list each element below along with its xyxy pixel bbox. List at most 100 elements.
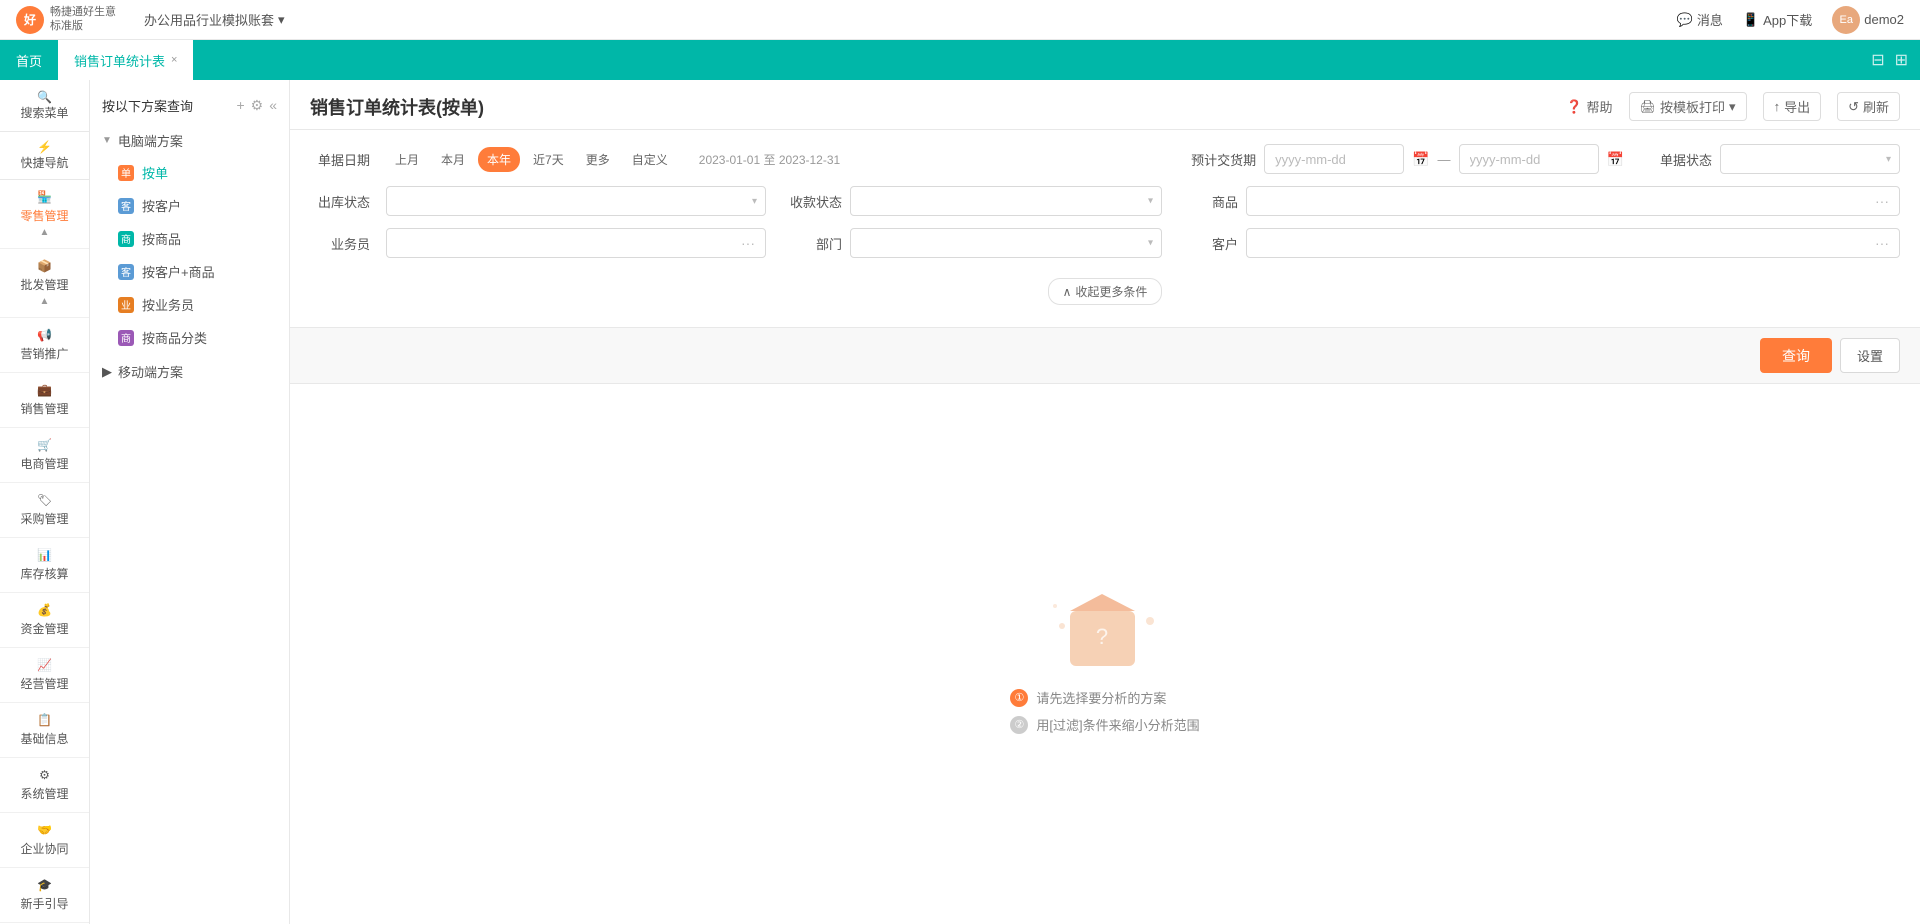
scheme-item-by-category[interactable]: 商 按商品分类: [90, 321, 289, 354]
scheme-item-by-order[interactable]: 单 按单: [90, 156, 289, 189]
export-button[interactable]: ↑ 导出: [1763, 92, 1822, 121]
right-main: 销售订单统计表(按单) ❓ 帮助 🖨 按模板打印 ▾ ↑ 导出: [290, 80, 1920, 924]
top-bar-right: 💬 消息 📱 App下载 Ea demo2: [1677, 6, 1904, 34]
filter-row-date: 单据日期 上月 本月 本年 近7天 更多 自定义 2023-01-01 至 20…: [310, 144, 1900, 174]
sidebar-item-wholesale[interactable]: 📦 批发管理 ▲: [0, 249, 89, 318]
date-btn-this-month[interactable]: 本月: [432, 147, 474, 172]
message-icon: 💬: [1677, 12, 1693, 28]
calendar-icon-2[interactable]: 📅: [1607, 151, 1624, 168]
print-button[interactable]: 🖨 按模板打印 ▾: [1629, 92, 1747, 121]
collapse-panel-button[interactable]: «: [269, 97, 277, 114]
mobile-icon: 📱: [1743, 12, 1759, 28]
empty-svg: ?: [1040, 566, 1170, 676]
goods-select[interactable]: ···: [1246, 186, 1900, 216]
scheme-item-by-salesperson[interactable]: 业 按业务员: [90, 288, 289, 321]
receipt-status-select[interactable]: ▾: [850, 186, 1162, 216]
settings-button[interactable]: 设置: [1840, 338, 1900, 373]
customer-dots-icon: ···: [1875, 235, 1889, 251]
nav-tabs: 首页 销售订单统计表 × ⊟ ⊞: [0, 40, 1920, 80]
date-btn-this-year[interactable]: 本年: [478, 147, 520, 172]
date-separator: —: [1438, 152, 1451, 167]
scheme-icon-salesperson: 业: [118, 297, 134, 313]
left-panel-header: 按以下方案查询 + ⚙ «: [90, 90, 289, 121]
collapse-icon: ∧: [1063, 285, 1072, 299]
page-title: 销售订单统计表(按单): [310, 94, 484, 120]
status-select-wrapper: ▾: [1720, 144, 1900, 174]
calendar-icon[interactable]: 📅: [1412, 151, 1429, 168]
tab-home[interactable]: 首页: [0, 40, 58, 80]
receipt-status-filter: 收款状态 ▾: [782, 186, 1162, 216]
dept-select[interactable]: ▾: [850, 228, 1162, 258]
status-label: 单据状态: [1660, 150, 1712, 169]
expected-date-end-input[interactable]: [1459, 144, 1599, 174]
page-header: 销售订单统计表(按单) ❓ 帮助 🖨 按模板打印 ▾ ↑ 导出: [290, 80, 1920, 130]
search-menu-button[interactable]: 🔍 搜索菜单: [0, 80, 89, 132]
scheme-icon-order: 单: [118, 165, 134, 181]
help-button[interactable]: ❓ 帮助: [1566, 97, 1612, 116]
retail-icon: 🏪: [37, 190, 52, 204]
download-link[interactable]: 📱 App下载: [1743, 10, 1812, 29]
status-select[interactable]: ▾: [1720, 144, 1900, 174]
mobile-group-header[interactable]: ▶ 移动端方案: [90, 356, 289, 387]
sidebar-item-finance[interactable]: 💰 资金管理: [0, 593, 89, 648]
date-btn-7days[interactable]: 近7天: [524, 147, 573, 172]
ecommerce-icon: 🛒: [37, 438, 52, 452]
sidebar-item-management[interactable]: 📈 经营管理: [0, 648, 89, 703]
sidebar-item-guide[interactable]: 🎓 新手引导: [0, 868, 89, 923]
maximize-button[interactable]: ⊞: [1895, 50, 1908, 70]
sidebar-item-marketing[interactable]: 📢 营销推广: [0, 318, 89, 373]
date-btn-last-month[interactable]: 上月: [386, 147, 428, 172]
sidebar-item-system[interactable]: ⚙ 系统管理: [0, 758, 89, 813]
empty-illustration: ?: [1040, 566, 1170, 676]
date-btn-more[interactable]: 更多: [577, 147, 619, 172]
scheme-item-by-customer-goods[interactable]: 客 按客户+商品: [90, 255, 289, 288]
add-scheme-button[interactable]: +: [236, 97, 244, 114]
expected-date-start-input[interactable]: [1264, 144, 1404, 174]
purchase-icon: 🏷: [37, 493, 52, 507]
sidebar-item-retail[interactable]: 🏪 零售管理 ▲: [0, 180, 89, 249]
goods-filter: 商品 ···: [1178, 186, 1900, 216]
status-filter-group: 单据状态 ▾: [1660, 144, 1900, 174]
scheme-settings-button[interactable]: ⚙: [251, 97, 264, 114]
query-button[interactable]: 查询: [1760, 338, 1832, 373]
app-selector[interactable]: 办公用品行业模拟账套 ▾: [144, 10, 285, 29]
tab-active[interactable]: 销售订单统计表 ×: [58, 40, 193, 80]
salesperson-input[interactable]: ···: [386, 228, 766, 258]
chevron-icon: ▲: [40, 296, 50, 307]
svg-text:?: ?: [1096, 624, 1108, 649]
filter-row-status: 出库状态 ▾ 收款状态 ▾ 商品: [310, 186, 1900, 216]
customer-input[interactable]: ···: [1246, 228, 1900, 258]
empty-hints: ① 请先选择要分析的方案 ② 用[过滤]条件来缩小分析范围: [1010, 688, 1199, 742]
top-bar-left: 好 畅捷通好生意 标准版 办公用品行业模拟账套 ▾: [16, 6, 285, 34]
sidebar-item-enterprise[interactable]: 🤝 企业协同: [0, 813, 89, 868]
scheme-item-by-customer[interactable]: 客 按客户: [90, 189, 289, 222]
pc-group-header[interactable]: ▼ 电脑端方案: [90, 125, 289, 156]
scheme-item-by-goods[interactable]: 商 按商品: [90, 222, 289, 255]
quick-nav-button[interactable]: ⚡ 快捷导航: [0, 132, 89, 180]
sidebar-item-inventory[interactable]: 📊 库存核算: [0, 538, 89, 593]
date-btn-custom[interactable]: 自定义: [623, 147, 677, 172]
empty-hint-1: ① 请先选择要分析的方案: [1010, 688, 1199, 707]
sidebar-item-sales[interactable]: 💼 销售管理: [0, 373, 89, 428]
expected-date-label: 预计交货期: [1191, 150, 1256, 169]
out-status-select[interactable]: ▾: [386, 186, 766, 216]
hint-num-2: ②: [1010, 716, 1028, 734]
tab-actions: ⊟ ⊞: [1859, 40, 1920, 80]
sidebar-item-basic[interactable]: 📋 基础信息: [0, 703, 89, 758]
pc-scheme-group: ▼ 电脑端方案 单 按单 客 按客户 商 按商品 客 按客户+商品: [90, 125, 289, 354]
message-link[interactable]: 💬 消息: [1677, 10, 1723, 29]
date-range-display: 2023-01-01 至 2023-12-31: [699, 151, 840, 168]
sidebar-item-purchase[interactable]: 🏷 采购管理: [0, 483, 89, 538]
customer-filter: 客户 ···: [1178, 228, 1900, 258]
empty-hint-2: ② 用[过滤]条件来缩小分析范围: [1010, 715, 1199, 734]
filter-row-person: 业务员 ··· 部门 ▾ 客户 ···: [310, 228, 1900, 258]
main-layout: 🔍 搜索菜单 ⚡ 快捷导航 🏪 零售管理 ▲ 📦 批发管理 ▲ 📢 营销推广 💼…: [0, 80, 1920, 924]
refresh-button[interactable]: ↺ 刷新: [1837, 92, 1900, 121]
date-label: 单据日期: [310, 150, 370, 169]
tab-close-button[interactable]: ×: [171, 54, 177, 66]
user-area[interactable]: Ea demo2: [1832, 6, 1904, 34]
sidebar-item-ecommerce[interactable]: 🛒 电商管理: [0, 428, 89, 483]
collapse-row: ∧ 收起更多条件: [310, 270, 1900, 313]
collapse-button[interactable]: ∧ 收起更多条件: [1048, 278, 1163, 305]
minimize-button[interactable]: ⊟: [1871, 50, 1884, 70]
